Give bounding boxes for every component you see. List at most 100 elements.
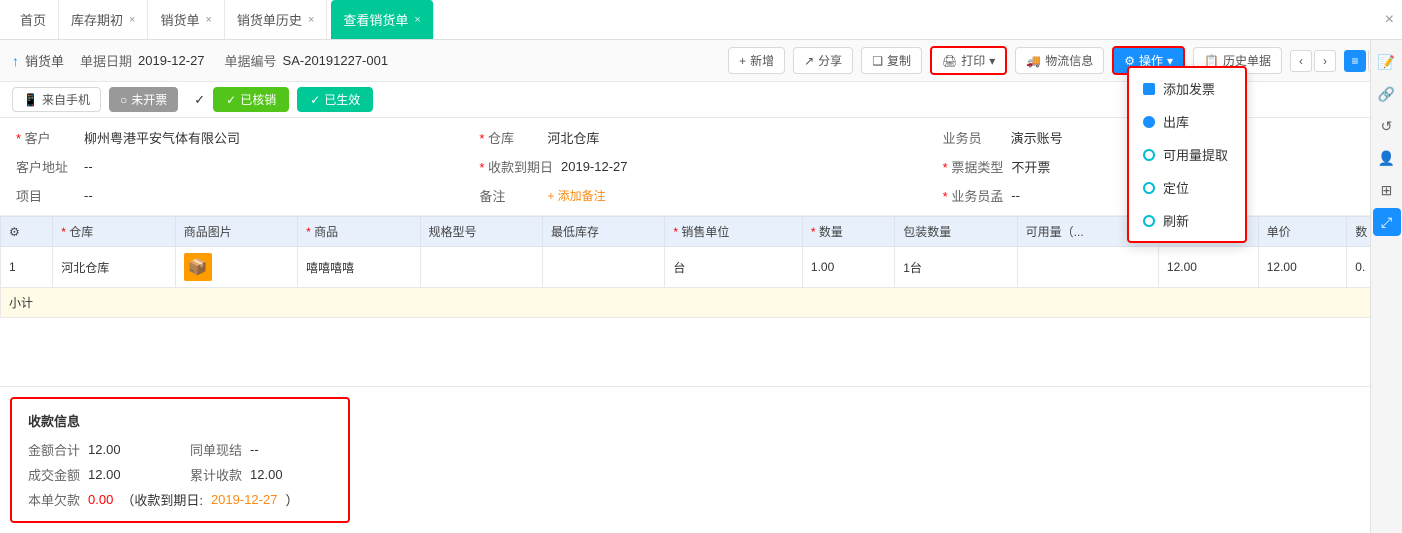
subtotal-row: 小计 [1, 288, 1402, 318]
share-button[interactable]: ↗ 分享 [793, 47, 853, 74]
tab-home[interactable]: 首页 [8, 0, 59, 39]
col-warehouse: 仓库 [53, 217, 175, 247]
from-phone-button[interactable]: 📱 来自手机 [12, 87, 101, 112]
close-icon[interactable]: × [414, 14, 420, 26]
address-field: 客户地址 -- [16, 157, 459, 176]
current-due-value: 0.00 [88, 492, 113, 507]
staff2-value: -- [1011, 188, 1020, 203]
truck-icon: 🚚 [1026, 54, 1041, 68]
staff-label: 业务员 [943, 128, 1003, 147]
col-min-stock: 最低库存 [542, 217, 664, 247]
outbound-icon [1143, 116, 1155, 128]
project-value: -- [84, 188, 93, 203]
col-pack-qty: 包装数量 [895, 217, 1017, 247]
table-row: 1 河北仓库 📦 嘻嘻嘻嘻 台 1.00 1台 12.00 12.00 0. [1, 247, 1402, 288]
col-price: 单价 [1258, 217, 1347, 247]
row-product: 嘻嘻嘻嘻 [298, 247, 420, 288]
close-icon[interactable]: × [308, 14, 314, 26]
refresh-right-icon[interactable]: ↺ [1373, 112, 1401, 140]
due-date-note-value: 2019-12-27 [211, 492, 278, 507]
address-value: -- [84, 159, 93, 174]
check-icon2: ✓ [310, 93, 320, 107]
total-amount-item: 金额合计 12.00 [28, 440, 170, 459]
effect-button[interactable]: ✓ 已生效 [297, 87, 373, 112]
staff-value: 演示账号 [1011, 128, 1063, 147]
due-date-note: （收款到期日: [121, 490, 203, 509]
next-button[interactable]: › [1314, 50, 1336, 72]
grid-right-icon[interactable]: ⊞ [1373, 176, 1401, 204]
project-label: 项目 [16, 186, 76, 205]
menu-refresh[interactable]: 刷新 [1129, 204, 1245, 237]
menu-locate[interactable]: 定位 [1129, 171, 1245, 204]
doc-date-value: 2019-12-27 [138, 53, 205, 68]
ticket-type-value: 不开票 [1011, 157, 1050, 176]
row-available [1017, 247, 1158, 288]
current-due-label: 本单欠款 [28, 490, 80, 509]
row-seq: 1 [1, 247, 53, 288]
tab-inventory-open[interactable]: 库存期初 × [59, 0, 148, 39]
expand-right-icon[interactable]: ⤢ [1373, 208, 1401, 236]
col-product-img: 商品图片 [175, 217, 297, 247]
sold-button[interactable]: ✓ 已核销 [213, 87, 289, 112]
customer-label: 客户 [16, 128, 76, 147]
subtotal-label: 小计 [1, 288, 1402, 318]
due-date-value: 2019-12-27 [561, 159, 628, 174]
menu-outbound[interactable]: 出库 [1129, 105, 1245, 138]
nav-arrows: ‹ › [1290, 50, 1336, 72]
add-note-button[interactable]: + 添加备注 [547, 187, 605, 204]
close-icon[interactable]: × [129, 14, 135, 26]
payment-title: 收款信息 [28, 411, 332, 430]
doc-number-label: 单据编号 [225, 51, 277, 70]
not-open-button[interactable]: ○ 未开票 [109, 87, 178, 112]
window-close-button[interactable]: × [1385, 11, 1394, 29]
doc-number-value: SA-20191227-001 [283, 53, 389, 68]
cumulative-payment-label: 累计收款 [190, 465, 242, 484]
menu-available-qty[interactable]: 可用量提取 [1129, 138, 1245, 171]
list-view-icon[interactable]: ≡ [1344, 50, 1366, 72]
menu-add-invoice[interactable]: 添加发票 [1129, 72, 1245, 105]
check-icon: ✓ [226, 93, 236, 107]
tab-sales-order[interactable]: 销货单 × [148, 0, 224, 39]
row-qty: 1.00 [802, 247, 894, 288]
phone-icon: 📱 [23, 93, 38, 107]
new-button[interactable]: + 新增 [728, 47, 785, 74]
link-right-icon[interactable]: 🔗 [1373, 80, 1401, 108]
prev-button[interactable]: ‹ [1290, 50, 1312, 72]
doc-meta: 单据日期 2019-12-27 单据编号 SA-20191227-001 [80, 51, 712, 70]
transaction-amount-value: 12.00 [88, 467, 121, 482]
customer-field: 客户 柳州粤港平安气体有限公司 [16, 128, 459, 147]
row-stock: 12.00 [1158, 247, 1258, 288]
warehouse-field: 仓库 河北仓库 [479, 128, 922, 147]
total-amount-value: 12.00 [88, 442, 121, 457]
plus-icon: + [739, 54, 746, 68]
doc-date-item: 单据日期 2019-12-27 [80, 51, 205, 70]
transaction-amount-label: 成交金额 [28, 465, 80, 484]
row-price: 12.00 [1258, 247, 1347, 288]
print-button[interactable]: 🖨 打印 ▾ [930, 46, 1007, 75]
logistics-button[interactable]: 🚚 物流信息 [1015, 47, 1104, 74]
col-settings: ⚙ [1, 217, 53, 247]
col-spec: 规格型号 [420, 217, 542, 247]
transaction-amount-item: 成交金额 12.00 [28, 465, 170, 484]
locate-icon [1143, 182, 1155, 194]
invoice-icon [1143, 83, 1155, 95]
doc-title: ↑ 销货单 [12, 51, 64, 70]
warehouse-label: 仓库 [479, 128, 539, 147]
remark-label: 备注 [479, 186, 539, 205]
user-right-icon[interactable]: 👤 [1373, 144, 1401, 172]
close-icon[interactable]: × [205, 14, 211, 26]
tab-view-sales[interactable]: 查看销货单 × [331, 0, 433, 39]
share-icon: ↗ [804, 54, 814, 68]
tab-bar: 首页 库存期初 × 销货单 × 销货单历史 × 查看销货单 × × [0, 0, 1402, 40]
right-panel: 📝 🔗 ↺ 👤 ⊞ ⤢ [1370, 40, 1402, 533]
same-order-item: 同单现结 -- [190, 440, 332, 459]
copy-button[interactable]: ❑ 复制 [861, 47, 922, 74]
col-unit: 销售单位 [665, 217, 803, 247]
available-qty-icon [1143, 149, 1155, 161]
doc-number-item: 单据编号 SA-20191227-001 [225, 51, 389, 70]
tab-sales-history[interactable]: 销货单历史 × [225, 0, 327, 39]
due-date-field: 收款到期日 2019-12-27 [479, 157, 922, 176]
note-right-icon[interactable]: 📝 [1373, 48, 1401, 76]
settings-icon[interactable]: ⚙ [9, 225, 20, 239]
refresh-icon [1143, 215, 1155, 227]
